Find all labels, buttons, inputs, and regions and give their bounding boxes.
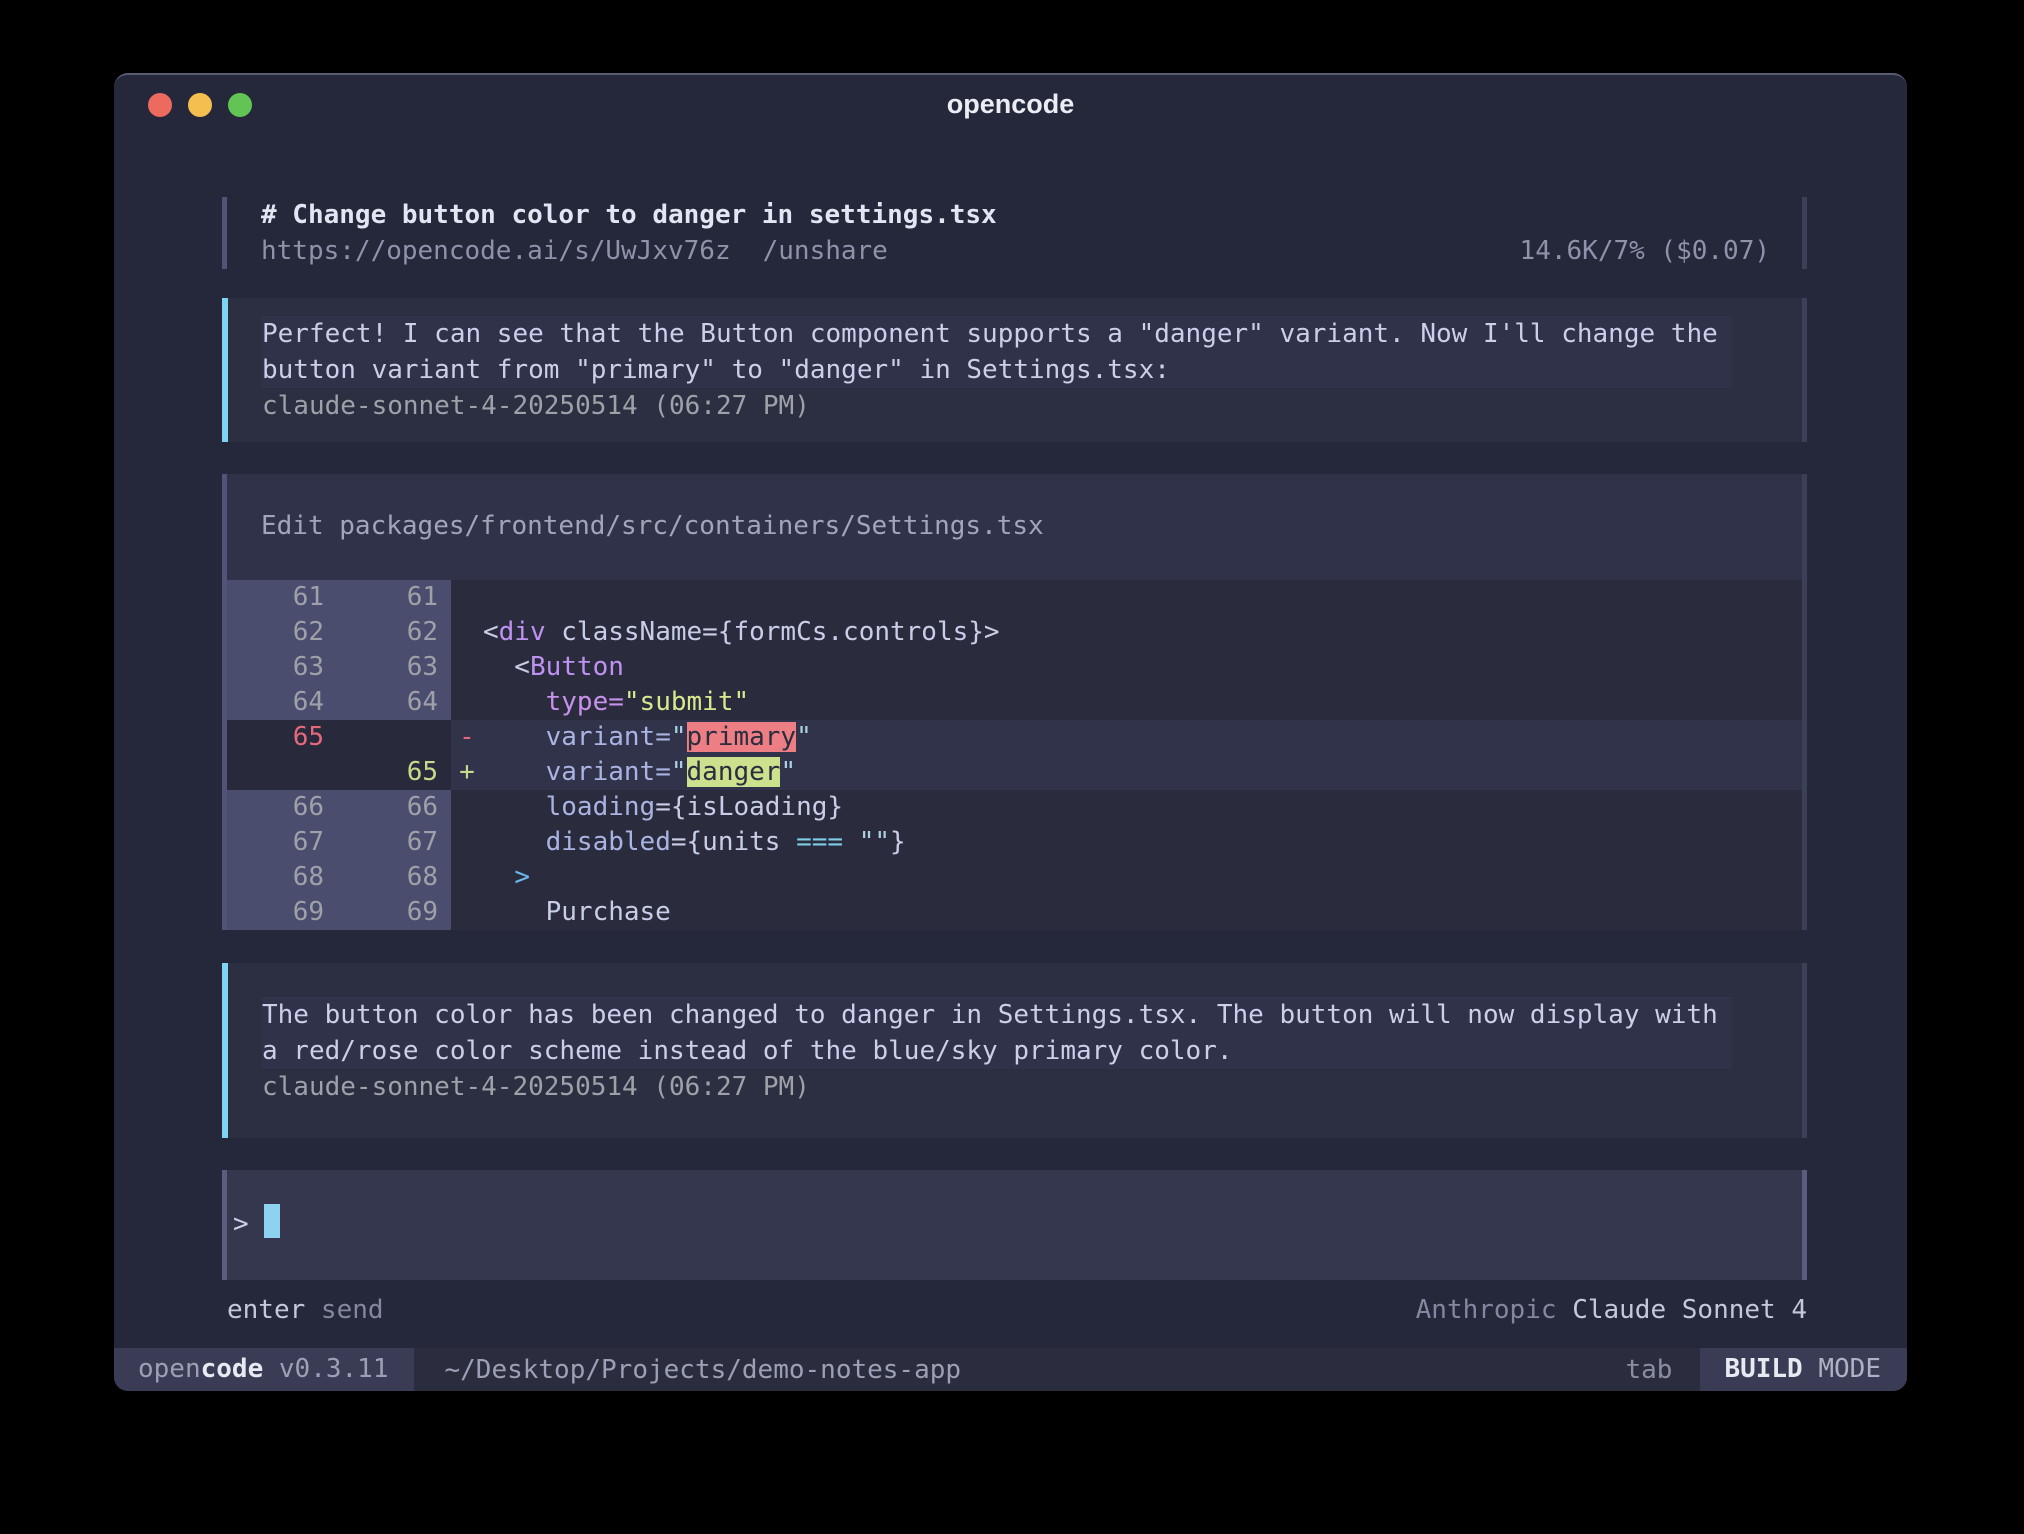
app-version-segment: opencode v0.3.11 [114,1348,414,1391]
assistant-message: Perfect! I can see that the Button compo… [222,298,1807,442]
prompt-input[interactable]: > [222,1170,1807,1280]
send-key: enter [227,1295,305,1325]
diff-row: 6969 Purchase [227,895,1802,930]
diff-row: 6868 > [227,860,1802,895]
tab-key-hint: tab [1625,1355,1690,1385]
diff-row: 65- variant="primary" [227,720,1802,755]
mode-name: BUILD [1724,1354,1802,1384]
message-model-meta: claude-sonnet-4-20250514 (06:27 PM) [262,388,1802,424]
model-label: Claude Sonnet 4 [1572,1295,1807,1325]
share-url[interactable]: https://opencode.ai/s/UwJxv76z [261,233,731,269]
session-header: # Change button color to danger in setti… [222,197,1807,269]
right-border-bar [1802,1170,1807,1280]
app-name-open: open [138,1354,201,1384]
text-cursor [264,1204,280,1238]
diff-row: 6464 type="submit" [227,685,1802,720]
message-model-meta: claude-sonnet-4-20250514 (06:27 PM) [262,1069,1802,1105]
right-border-bar [1802,197,1807,269]
session-title: # Change button color to danger in setti… [261,197,1802,233]
window-title: opencode [114,89,1907,120]
edit-file-path: packages/frontend/src/containers/Setting… [339,511,1043,541]
mode-suffix: MODE [1803,1354,1881,1384]
diff-row: 6767 disabled={units === ""} [227,825,1802,860]
titlebar: opencode [114,75,1907,133]
token-usage: 14.6K/7% ($0.07) [1520,233,1802,269]
diff-row: 6363 <Button [227,650,1802,685]
diff-row: 6666 loading={isLoading} [227,790,1802,825]
app-window: opencode # Change button color to danger… [114,73,1907,1391]
send-hint: enter send [227,1292,384,1328]
assistant-message: The button color has been changed to dan… [222,963,1807,1138]
app-version: v0.3.11 [263,1354,388,1384]
app-name-code: code [201,1354,264,1384]
prompt-symbol: > [233,1209,264,1239]
diff-table: 61616262<div className={formCs.controls}… [227,580,1802,930]
edit-label: Edit [261,511,339,541]
right-border-bar [1802,298,1807,442]
edit-tool-block: Edit packages/frontend/src/containers/Se… [222,474,1807,930]
right-border-bar [1802,474,1807,930]
diff-row: 6262<div className={formCs.controls}> [227,615,1802,650]
status-bar: opencode v0.3.11 ~/Desktop/Projects/demo… [114,1348,1907,1391]
message-text: Perfect! I can see that the Button compo… [262,316,1732,388]
model-indicator: Anthropic Claude Sonnet 4 [1416,1292,1807,1328]
mode-indicator[interactable]: BUILD MODE [1700,1348,1907,1391]
message-text: The button color has been changed to dan… [262,997,1732,1069]
right-border-bar [1802,963,1807,1138]
unshare-command: /unshare [763,233,888,269]
provider-label: Anthropic [1416,1295,1573,1325]
diff-row: 6161 [227,580,1802,615]
working-directory: ~/Desktop/Projects/demo-notes-app [444,1355,961,1385]
diff-row: 65+ variant="danger" [227,755,1802,790]
edit-file-header: Edit packages/frontend/src/containers/Se… [227,474,1802,580]
send-label: send [305,1295,383,1325]
hint-row: enter send Anthropic Claude Sonnet 4 [227,1292,1807,1328]
